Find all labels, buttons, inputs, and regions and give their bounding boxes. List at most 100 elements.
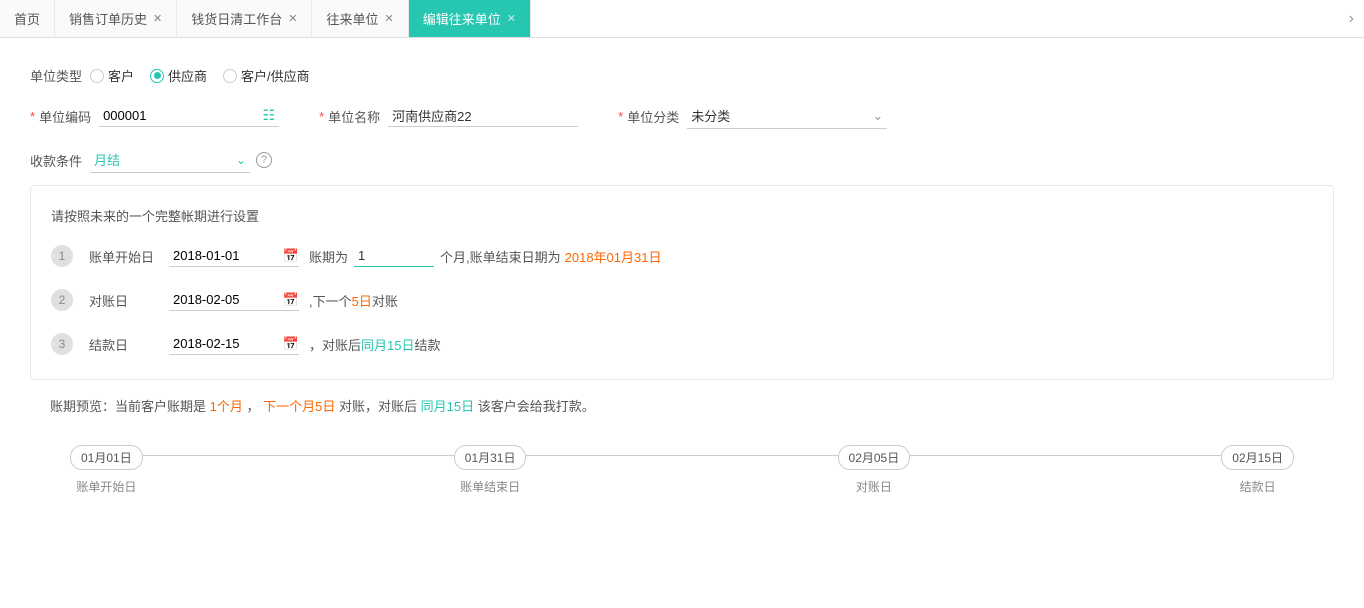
timeline-item-3: 02月15日 结款日 xyxy=(1221,445,1294,495)
tab-edit-partner-unit-label: 编辑往来单位 xyxy=(423,9,501,28)
timeline-node-label-1: 账单结束日 xyxy=(460,478,520,495)
step-3-hint-highlight: 同月15日 xyxy=(361,335,414,354)
preview-section: 账期预览：当前客户账期是 1个月 ， 下一个月5日 对账，对账后 同月15日 该… xyxy=(30,380,1334,505)
step-2-calendar-icon[interactable]: 📅 xyxy=(283,292,299,308)
step-3-row: 3 结款日 📅 ，对账后 同月15日 结款 xyxy=(51,333,1313,355)
preview-label: 账期预览：当前客户账期是 xyxy=(50,399,206,414)
step-2-hint-suffix: 对账 xyxy=(372,291,398,310)
tab-home-label: 首页 xyxy=(14,9,40,28)
step-3-calendar-icon[interactable]: 📅 xyxy=(283,336,299,352)
radio-customer-label: 客户 xyxy=(108,66,134,85)
step-1-row: 1 账单开始日 📅 账期为 个月,账单结束日期为 2018年01月31日 xyxy=(51,245,1313,267)
unit-code-input-wrap: ☷ xyxy=(99,105,279,127)
payment-terms-group: 收款条件 月结 ⌄ ? xyxy=(30,147,272,173)
timeline-node-3: 02月15日 xyxy=(1221,445,1294,470)
unit-type-radio-group: 客户 供应商 客户/供应商 xyxy=(90,66,310,85)
unit-code-icon[interactable]: ☷ xyxy=(259,107,280,124)
tab-partner-unit-close-icon[interactable]: ✕ xyxy=(385,12,394,25)
tab-sales-order-history[interactable]: 销售订单历史 ✕ xyxy=(55,0,177,37)
unit-info-row: * 单位编码 ☷ * 单位名称 * 单位分类 未分类 ⌄ xyxy=(30,103,1334,129)
radio-supplier-label: 供应商 xyxy=(168,66,207,85)
timeline-node-label-3: 结款日 xyxy=(1240,478,1276,495)
step-1-label: 账单开始日 xyxy=(89,247,159,266)
payment-terms-select[interactable]: 月结 ⌄ xyxy=(90,147,250,173)
payment-terms-value: 月结 xyxy=(94,150,236,169)
unit-category-value: 未分类 xyxy=(691,106,872,125)
step-2-date-wrap: 📅 xyxy=(169,289,299,311)
help-icon[interactable]: ? xyxy=(256,152,272,168)
tab-partner-unit-label: 往来单位 xyxy=(326,9,378,28)
tab-expand-button[interactable]: › xyxy=(1339,0,1364,37)
tab-bar: 首页 销售订单历史 ✕ 钱货日清工作台 ✕ 往来单位 ✕ 编辑往来单位 ✕ › xyxy=(0,0,1364,38)
preview-part1: 1个月 xyxy=(210,399,243,414)
step-1-num: 1 xyxy=(51,245,73,267)
timeline-node-label-2: 对账日 xyxy=(856,478,892,495)
main-content: 单位类型 客户 供应商 客户/供应商 * 单位编码 xyxy=(0,38,1364,608)
radio-customer-circle xyxy=(90,69,104,83)
timeline-item-2: 02月05日 对账日 xyxy=(838,445,911,495)
timeline-node-0: 01月01日 xyxy=(70,445,143,470)
step-1-period-unit: 个月,账单结束日期为 xyxy=(440,247,561,266)
preview-text: 账期预览：当前客户账期是 1个月 ， 下一个月5日 对账，对账后 同月15日 该… xyxy=(50,396,1314,415)
settings-box-title: 请按照未来的一个完整帐期进行设置 xyxy=(51,206,1313,225)
step-2-hint-prefix: ,下一个 xyxy=(309,291,352,310)
timeline-node-label-0: 账单开始日 xyxy=(76,478,136,495)
unit-category-required: * xyxy=(618,109,623,124)
tab-partner-unit[interactable]: 往来单位 ✕ xyxy=(312,0,408,37)
radio-customer-supplier-label: 客户/供应商 xyxy=(241,66,310,85)
step-3-num: 3 xyxy=(51,333,73,355)
unit-code-input[interactable] xyxy=(99,105,258,126)
step-2-hint-highlight: 5日 xyxy=(352,291,372,310)
step-3-hint-prefix: ，对账后 xyxy=(309,335,361,354)
preview-part4: 对账，对账后 xyxy=(339,399,417,414)
unit-category-label: 单位分类 xyxy=(627,107,679,126)
radio-supplier[interactable]: 供应商 xyxy=(150,66,207,85)
radio-supplier-circle xyxy=(150,69,164,83)
timeline-items: 01月01日 账单开始日 01月31日 账单结束日 02月05日 对账日 02月… xyxy=(70,445,1294,495)
tab-edit-partner-unit[interactable]: 编辑往来单位 ✕ xyxy=(409,0,531,37)
step-3-date-input[interactable] xyxy=(169,333,283,354)
preview-part5: 同月15日 xyxy=(421,399,474,414)
unit-code-label: 单位编码 xyxy=(39,107,91,126)
tab-cash-work-bench[interactable]: 钱货日清工作台 ✕ xyxy=(177,0,312,37)
unit-name-group: * 单位名称 xyxy=(319,105,578,127)
step-1-date-input[interactable] xyxy=(169,245,283,266)
tab-edit-partner-unit-close-icon[interactable]: ✕ xyxy=(507,12,516,25)
payment-terms-row: 收款条件 月结 ⌄ ? xyxy=(30,147,1334,173)
tab-cash-work-bench-label: 钱货日清工作台 xyxy=(191,9,282,28)
unit-type-label: 单位类型 xyxy=(30,66,82,85)
step-1-date-wrap: 📅 xyxy=(169,245,299,267)
step-2-label: 对账日 xyxy=(89,291,159,310)
unit-code-required: * xyxy=(30,109,35,124)
timeline-item-0: 01月01日 账单开始日 xyxy=(70,445,143,495)
step-3-label: 结款日 xyxy=(89,335,159,354)
unit-category-select[interactable]: 未分类 ⌄ xyxy=(687,103,887,129)
unit-name-required: * xyxy=(319,109,324,124)
step-2-num: 2 xyxy=(51,289,73,311)
timeline-node-1: 01月31日 xyxy=(454,445,527,470)
payment-terms-arrow-icon: ⌄ xyxy=(236,153,246,167)
preview-part3: 下一个月5日 xyxy=(263,399,335,414)
unit-category-group: * 单位分类 未分类 ⌄ xyxy=(618,103,887,129)
tab-home[interactable]: 首页 xyxy=(0,0,55,37)
step-1-period-label: 账期为 xyxy=(309,247,348,266)
step-2-date-input[interactable] xyxy=(169,289,283,310)
unit-name-label: 单位名称 xyxy=(328,107,380,126)
step-2-row: 2 对账日 📅 ,下一个 5日 对账 xyxy=(51,289,1313,311)
unit-type-row: 单位类型 客户 供应商 客户/供应商 xyxy=(30,66,1334,85)
unit-category-arrow-icon: ⌄ xyxy=(872,108,883,124)
preview-part2: ， xyxy=(247,399,260,414)
unit-name-input[interactable] xyxy=(388,105,578,127)
step-1-calendar-icon[interactable]: 📅 xyxy=(283,248,299,264)
tab-sales-order-close-icon[interactable]: ✕ xyxy=(153,12,162,25)
timeline-node-2: 02月05日 xyxy=(838,445,911,470)
step-3-date-wrap: 📅 xyxy=(169,333,299,355)
step-3-hint-suffix: 结款 xyxy=(414,335,440,354)
timeline-item-1: 01月31日 账单结束日 xyxy=(454,445,527,495)
radio-customer[interactable]: 客户 xyxy=(90,66,134,85)
unit-code-group: * 单位编码 ☷ xyxy=(30,105,279,127)
preview-part6: 该客户会给我打款。 xyxy=(478,399,595,414)
timeline-wrap: 01月01日 账单开始日 01月31日 账单结束日 02月05日 对账日 02月… xyxy=(50,435,1314,505)
tab-cash-work-bench-close-icon[interactable]: ✕ xyxy=(288,12,297,25)
radio-customer-supplier[interactable]: 客户/供应商 xyxy=(223,66,310,85)
